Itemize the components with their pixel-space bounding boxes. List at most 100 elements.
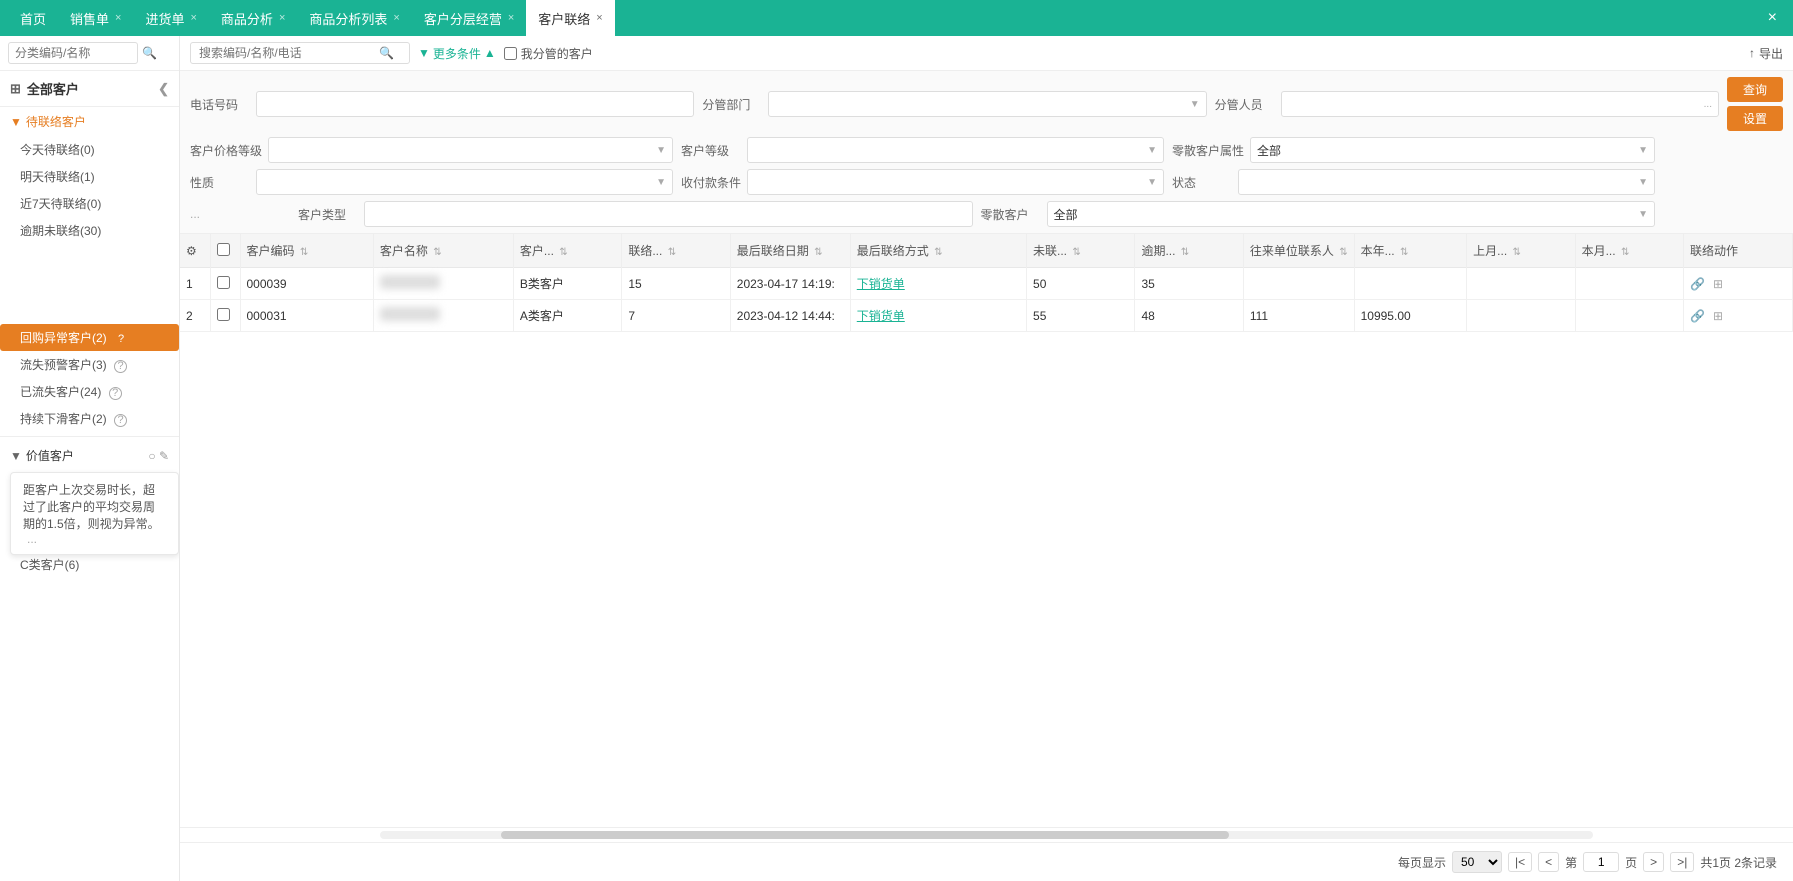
info-icon4: ? bbox=[114, 414, 127, 427]
page-unit: 页 bbox=[1625, 854, 1637, 871]
nav-customer-segments-close[interactable]: × bbox=[508, 12, 514, 24]
sidebar-item-tomorrow[interactable]: 明天待联络(1) bbox=[0, 163, 179, 190]
scroll-thumb[interactable] bbox=[501, 831, 1229, 839]
last-page-button[interactable]: >| bbox=[1670, 852, 1694, 872]
row1-contact-count: 15 bbox=[622, 268, 730, 300]
filter-dept-select[interactable]: ▼ bbox=[768, 91, 1206, 117]
filter-retail-attr-select[interactable]: 全部 ▼ bbox=[1250, 137, 1655, 163]
col-last-month[interactable]: 上月... ⇅ bbox=[1467, 234, 1575, 268]
per-page-select[interactable]: 50 bbox=[1452, 851, 1502, 873]
nav-customer-contact[interactable]: 客户联络 × bbox=[526, 0, 614, 36]
nav-sales-close[interactable]: × bbox=[115, 12, 121, 24]
col-this-month[interactable]: 本月... ⇅ bbox=[1575, 234, 1683, 268]
total-records: 共1页 2条记录 bbox=[1700, 854, 1777, 871]
filter-manager-select[interactable]: ... bbox=[1281, 91, 1719, 117]
nav-purchase[interactable]: 进货单 × bbox=[133, 0, 208, 36]
col-last-method[interactable]: 最后联络方式 ⇅ bbox=[850, 234, 1026, 268]
sort-icon-contact-person: ⇅ bbox=[1339, 247, 1347, 258]
nav-sales[interactable]: 销售单 × bbox=[58, 0, 133, 36]
first-page-button[interactable]: |< bbox=[1508, 852, 1532, 872]
col-checkbox[interactable] bbox=[210, 234, 240, 268]
row2-last-method[interactable]: 下销货单 bbox=[850, 300, 1026, 332]
filter-customer-type-select[interactable] bbox=[364, 201, 973, 227]
horizontal-scrollbar[interactable] bbox=[180, 827, 1793, 842]
sidebar-group2-header[interactable]: ▼ 价值客户 ○ ✎ bbox=[0, 441, 179, 470]
row2-method-link[interactable]: 下销货单 bbox=[857, 309, 905, 323]
col-name[interactable]: 客户名称 ⇅ bbox=[373, 234, 513, 268]
col-code[interactable]: 客户编码 ⇅ bbox=[240, 234, 373, 268]
sidebar-item-today[interactable]: 今天待联络(0) bbox=[0, 136, 179, 163]
query-button[interactable]: 查询 bbox=[1727, 77, 1783, 102]
col-contact-person[interactable]: 往来单位联系人 ⇅ bbox=[1243, 234, 1354, 268]
sidebar-collapse-btn[interactable]: ❮ bbox=[158, 81, 169, 97]
nav-product-analysis[interactable]: 商品分析 × bbox=[209, 0, 297, 36]
filter-row-4: ... 客户类型 零散客户 全部 ▼ bbox=[190, 201, 1783, 227]
row1-uncontacted: 50 bbox=[1027, 268, 1135, 300]
sidebar-item-c-class[interactable]: C类客户(6) bbox=[0, 551, 179, 578]
row2-link-icon[interactable]: 🔗 bbox=[1690, 309, 1705, 323]
export-button[interactable]: ↑ 导出 bbox=[1749, 45, 1783, 62]
row1-grid-icon[interactable]: ⊞ bbox=[1713, 277, 1723, 291]
col-type[interactable]: 客户... ⇅ bbox=[513, 234, 621, 268]
prev-page-button[interactable]: < bbox=[1538, 852, 1559, 872]
window-close-button[interactable]: × bbox=[1760, 9, 1785, 27]
row1-checkbox[interactable] bbox=[210, 268, 240, 300]
filter-payment-select[interactable]: ▼ bbox=[747, 169, 1164, 195]
page-number-input[interactable] bbox=[1583, 852, 1619, 872]
sidebar-item-churned[interactable]: 已流失客户(24) ? bbox=[0, 378, 179, 405]
filter-retail-customer-select[interactable]: 全部 ▼ bbox=[1047, 201, 1656, 227]
col-settings[interactable]: ⚙ bbox=[180, 234, 210, 268]
row1-name bbox=[373, 268, 513, 300]
row2-check[interactable] bbox=[217, 308, 230, 321]
nav-home[interactable]: 首页 bbox=[8, 0, 58, 36]
row2-checkbox[interactable] bbox=[210, 300, 240, 332]
filter-price-level-select[interactable]: ▼ bbox=[268, 137, 673, 163]
col-uncontacted[interactable]: 未联... ⇅ bbox=[1027, 234, 1135, 268]
chevron-down-icon10: ▼ bbox=[1638, 209, 1648, 220]
nav-product-analysis-label: 商品分析 bbox=[221, 9, 273, 28]
row2-action-icons: 🔗 ⊞ bbox=[1690, 309, 1786, 323]
nav-customer-contact-close[interactable]: × bbox=[596, 12, 602, 24]
sidebar-all-customers-header[interactable]: ⊞ 全部客户 ❮ bbox=[0, 71, 179, 107]
row1-last-method[interactable]: 下销货单 bbox=[850, 268, 1026, 300]
nav-customer-segments[interactable]: 客户分层经营 × bbox=[412, 0, 526, 36]
row1-method-link[interactable]: 下销货单 bbox=[857, 277, 905, 291]
sidebar-item-overdue[interactable]: 逾期未联络(30) bbox=[0, 217, 179, 244]
nav-product-analysis-list-close[interactable]: × bbox=[393, 12, 399, 24]
next-page-button[interactable]: > bbox=[1643, 852, 1664, 872]
filter-customer-level-select[interactable]: ▼ bbox=[747, 137, 1164, 163]
sidebar-item-churn-warning[interactable]: 流失预警客户(3) ? bbox=[0, 351, 179, 378]
row2-grid-icon[interactable]: ⊞ bbox=[1713, 309, 1723, 323]
sidebar-group1-header[interactable]: ▼ 待联络客户 bbox=[0, 107, 179, 136]
sort-icon-code: ⇅ bbox=[300, 247, 308, 258]
edit-icons[interactable]: ○ ✎ bbox=[148, 449, 169, 463]
sidebar-item-declining[interactable]: 持续下滑客户(2) ? bbox=[0, 405, 179, 432]
settings-button[interactable]: 设置 bbox=[1727, 106, 1783, 131]
nav-purchase-close[interactable]: × bbox=[190, 12, 196, 24]
nav-product-analysis-list[interactable]: 商品分析列表 × bbox=[297, 0, 411, 36]
search-input[interactable] bbox=[199, 46, 379, 60]
more-conditions-btn[interactable]: ▼ 更多条件 ▲ bbox=[418, 45, 496, 62]
col-contact-count[interactable]: 联络... ⇅ bbox=[622, 234, 730, 268]
col-last-date[interactable]: 最后联络日期 ⇅ bbox=[730, 234, 850, 268]
my-customers-check[interactable] bbox=[504, 47, 517, 60]
my-customers-checkbox[interactable]: 我分管的客户 bbox=[504, 45, 593, 62]
sidebar-item-7days[interactable]: 近7天待联络(0) bbox=[0, 190, 179, 217]
col-this-year[interactable]: 本年... ⇅ bbox=[1354, 234, 1467, 268]
col-name-label: 客户名称 bbox=[380, 244, 428, 258]
toolbar-search-icon[interactable]: 🔍 bbox=[379, 46, 394, 60]
search-box: 🔍 bbox=[190, 42, 410, 64]
col-overdue[interactable]: 逾期... ⇅ bbox=[1135, 234, 1243, 268]
table-row: 1 000039 B类客户 15 2023-04-17 14:19: 下销货单 … bbox=[180, 268, 1793, 300]
row1-check[interactable] bbox=[217, 276, 230, 289]
filter-phone-input[interactable] bbox=[256, 91, 694, 117]
filter-gender-select[interactable]: ▼ bbox=[256, 169, 673, 195]
filter-status-select[interactable]: ▼ bbox=[1238, 169, 1655, 195]
sidebar-search-icon[interactable]: 🔍 bbox=[142, 46, 157, 60]
select-all-checkbox[interactable] bbox=[217, 243, 230, 256]
sidebar-item-abnormal-repurchase[interactable]: 回购异常客户(2) ? bbox=[0, 324, 179, 351]
nav-product-analysis-close[interactable]: × bbox=[279, 12, 285, 24]
row2-last-date: 2023-04-12 14:44: bbox=[730, 300, 850, 332]
row1-link-icon[interactable]: 🔗 bbox=[1690, 277, 1705, 291]
sidebar-search-input[interactable] bbox=[8, 42, 138, 64]
